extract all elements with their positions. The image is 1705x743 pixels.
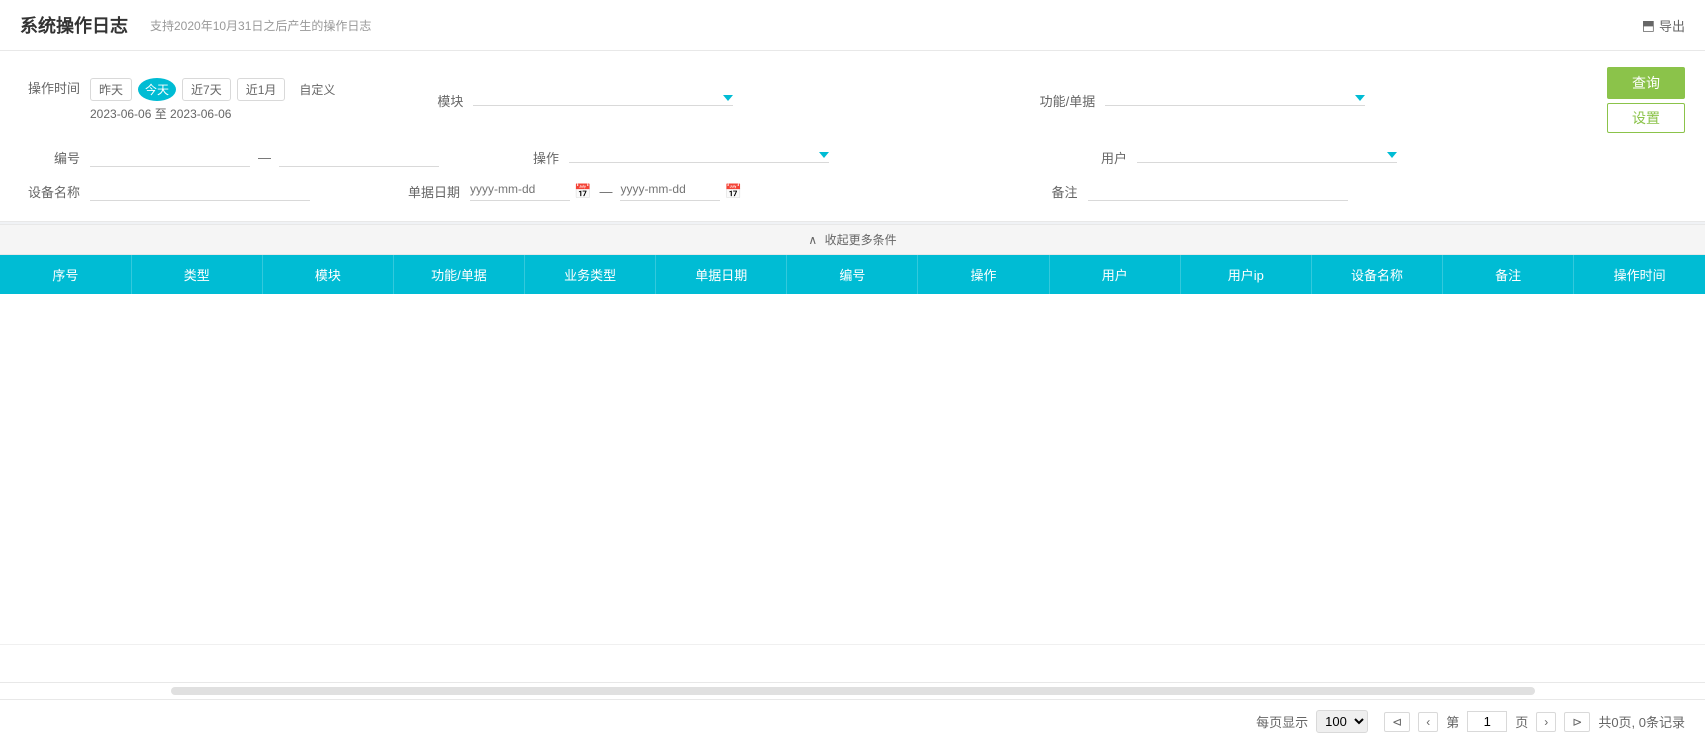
column-header-操作: 操作 xyxy=(918,255,1049,294)
export-icon: ⬒ xyxy=(1642,17,1655,34)
device-input[interactable] xyxy=(90,181,310,201)
device-label: 设备名称 xyxy=(20,182,90,201)
column-header-操作时间: 操作时间 xyxy=(1574,255,1705,294)
export-label: 导出 xyxy=(1659,16,1685,35)
time-today-btn[interactable]: 今天 xyxy=(138,78,176,101)
voucher-date-label: 单据日期 xyxy=(400,182,470,201)
column-header-用户ip: 用户ip xyxy=(1180,255,1311,294)
table-body xyxy=(0,294,1705,644)
operation-select-arrow xyxy=(819,152,829,158)
number-dash: — xyxy=(258,150,271,165)
column-header-功能/单据: 功能/单据 xyxy=(393,255,524,294)
next-page-button[interactable]: › xyxy=(1536,712,1556,732)
calendar-icon-to[interactable]: 📅 xyxy=(724,183,741,200)
remark-label: 备注 xyxy=(1008,182,1088,201)
page-summary: 共0页, 0条记录 xyxy=(1598,712,1685,731)
page-subtitle: 支持2020年10月31日之后产生的操作日志 xyxy=(150,17,371,34)
voucher-date-from[interactable] xyxy=(470,182,570,201)
time-7days-btn[interactable]: 近7天 xyxy=(182,78,231,101)
per-page-label: 每页显示 xyxy=(1256,712,1308,731)
first-page-button[interactable]: ⊲ xyxy=(1384,712,1410,732)
date-range-text: 2023-06-06 至 2023-06-06 xyxy=(90,105,343,122)
number-input-from[interactable] xyxy=(90,147,250,167)
voucher-date-to[interactable] xyxy=(620,182,720,201)
page-label: 第 xyxy=(1446,712,1459,731)
page-unit: 页 xyxy=(1515,712,1528,731)
data-table: 序号类型模块功能/单据业务类型单据日期编号操作用户用户ip设备名称备注操作时间 xyxy=(0,255,1705,682)
settings-button[interactable]: 设置 xyxy=(1607,103,1685,133)
column-header-设备名称: 设备名称 xyxy=(1311,255,1442,294)
column-header-用户: 用户 xyxy=(1049,255,1180,294)
module-select-arrow xyxy=(723,95,733,101)
column-header-序号: 序号 xyxy=(0,255,131,294)
action-buttons: 查询 设置 xyxy=(1607,67,1685,133)
column-header-单据日期: 单据日期 xyxy=(656,255,787,294)
time-label: 操作时间 xyxy=(20,78,90,97)
user-label: 用户 xyxy=(1057,148,1137,167)
column-header-类型: 类型 xyxy=(131,255,262,294)
page-number-input[interactable] xyxy=(1467,711,1507,732)
number-label: 编号 xyxy=(20,148,90,167)
function-label: 功能/单据 xyxy=(1025,91,1105,110)
collapse-label: 收起更多条件 xyxy=(825,233,897,247)
user-select-arrow xyxy=(1387,152,1397,158)
time-1month-btn[interactable]: 近1月 xyxy=(237,78,286,101)
page-title: 系统操作日志 xyxy=(20,12,128,38)
column-header-编号: 编号 xyxy=(787,255,918,294)
collapse-chevron: ∧ xyxy=(808,233,817,247)
scrollbar-area[interactable] xyxy=(0,682,1705,699)
last-page-button[interactable]: ⊳ xyxy=(1564,712,1590,732)
module-label: 模块 xyxy=(403,91,473,110)
time-custom-btn[interactable]: 自定义 xyxy=(291,79,343,100)
export-button[interactable]: ⬒ 导出 xyxy=(1642,16,1685,35)
module-select[interactable] xyxy=(473,95,733,106)
operation-select[interactable] xyxy=(569,152,829,163)
user-select[interactable] xyxy=(1137,152,1397,163)
number-input-to[interactable] xyxy=(279,147,439,167)
remark-input[interactable] xyxy=(1088,181,1348,201)
function-select-arrow xyxy=(1355,95,1365,101)
column-header-业务类型: 业务类型 xyxy=(525,255,656,294)
function-select[interactable] xyxy=(1105,95,1365,106)
table-header: 序号类型模块功能/单据业务类型单据日期编号操作用户用户ip设备名称备注操作时间 xyxy=(0,255,1705,294)
query-button[interactable]: 查询 xyxy=(1607,67,1685,99)
prev-page-button[interactable]: ‹ xyxy=(1418,712,1438,732)
filter-area: 操作时间 昨天 今天 近7天 近1月 自定义 2023-06-06 至 2023… xyxy=(0,51,1705,222)
date-separator: — xyxy=(599,184,612,199)
time-yesterday-btn[interactable]: 昨天 xyxy=(90,78,132,101)
column-header-模块: 模块 xyxy=(262,255,393,294)
pagination: 每页显示 100 50 200 ⊲ ‹ 第 页 › ⊳ 共0页, 0条记录 xyxy=(0,699,1705,743)
collapse-bar[interactable]: ∧ 收起更多条件 xyxy=(0,224,1705,255)
page-size-select[interactable]: 100 50 200 xyxy=(1316,710,1368,733)
column-header-备注: 备注 xyxy=(1443,255,1574,294)
empty-state xyxy=(0,294,1705,644)
horizontal-scrollbar[interactable] xyxy=(171,687,1535,695)
operation-label: 操作 xyxy=(499,148,569,167)
calendar-icon-from[interactable]: 📅 xyxy=(574,183,591,200)
